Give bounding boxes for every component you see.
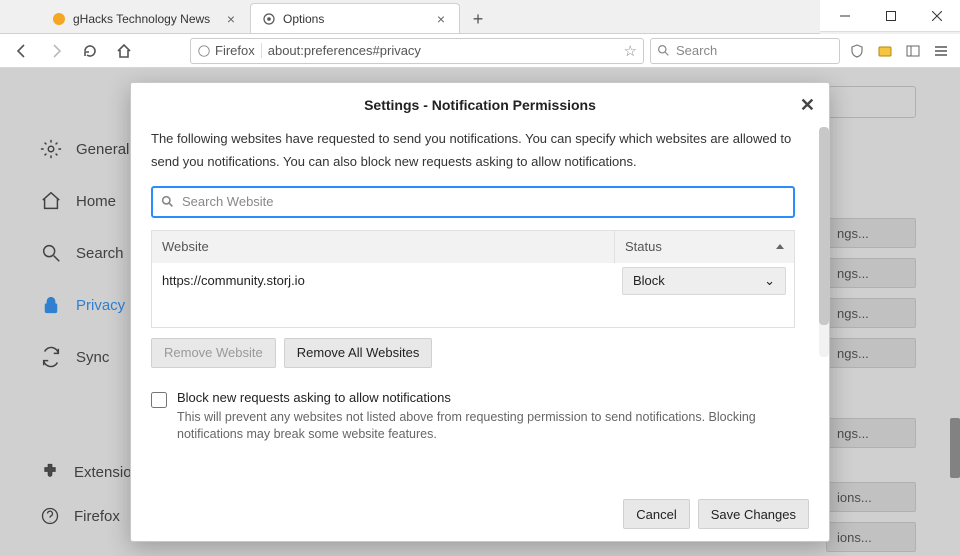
url-text: about:preferences#privacy	[268, 43, 618, 58]
sidebar-icon[interactable]	[902, 40, 924, 62]
shield-icon[interactable]	[846, 40, 868, 62]
dialog-description: The following websites have requested to…	[151, 127, 809, 174]
notification-permissions-dialog: Settings - Notification Permissions ✕ Th…	[130, 82, 830, 542]
save-changes-button[interactable]: Save Changes	[698, 499, 809, 529]
column-header-website[interactable]: Website	[152, 239, 614, 254]
checkbox-label: Block new requests asking to allow notif…	[177, 390, 797, 405]
tab-options[interactable]: Options ×	[250, 3, 460, 33]
tab-label: Options	[283, 12, 324, 26]
tab-ghacks[interactable]: gHacks Technology News ×	[40, 3, 250, 33]
back-button[interactable]	[8, 37, 36, 65]
status-select[interactable]: Block ⌄	[622, 267, 786, 295]
maximize-button[interactable]	[868, 0, 914, 32]
permissions-table: Website Status https://community.storj.i…	[151, 230, 795, 328]
remove-all-websites-button[interactable]: Remove All Websites	[284, 338, 433, 368]
identity-label: Firefox	[215, 43, 255, 58]
search-website-input[interactable]: Search Website	[151, 186, 795, 218]
checkbox-description: This will prevent any websites not liste…	[177, 409, 797, 444]
cell-website: https://community.storj.io	[152, 273, 614, 288]
home-button[interactable]	[110, 37, 138, 65]
favicon-ghacks	[51, 11, 67, 27]
nav-toolbar: Firefox about:preferences#privacy ☆ Sear…	[0, 34, 960, 68]
table-row[interactable]: https://community.storj.io Block ⌄	[152, 263, 794, 299]
close-icon[interactable]: ×	[223, 11, 239, 27]
close-button[interactable]	[914, 0, 960, 32]
block-new-requests-checkbox[interactable]	[151, 392, 167, 408]
tab-label: gHacks Technology News	[73, 12, 210, 26]
sort-ascending-icon	[776, 244, 784, 249]
table-header: Website Status	[152, 231, 794, 263]
close-icon[interactable]: ×	[433, 11, 449, 27]
remove-website-button[interactable]: Remove Website	[151, 338, 276, 368]
gear-icon	[261, 11, 277, 27]
chevron-down-icon: ⌄	[764, 273, 775, 289]
new-tab-button[interactable]: +	[464, 5, 492, 33]
dialog-close-button[interactable]: ✕	[800, 95, 815, 116]
cancel-button[interactable]: Cancel	[623, 499, 689, 529]
menu-icon[interactable]	[930, 40, 952, 62]
search-placeholder: Search	[676, 43, 717, 58]
search-icon	[657, 44, 670, 57]
block-new-requests-row: Block new requests asking to allow notif…	[151, 390, 809, 444]
search-placeholder: Search Website	[182, 194, 274, 209]
identity-box[interactable]: Firefox	[197, 43, 262, 58]
search-icon	[161, 195, 174, 208]
tabstrip: gHacks Technology News × Options × +	[0, 0, 820, 34]
dialog-scrollbar[interactable]	[819, 127, 829, 357]
bookmark-star-icon[interactable]: ☆	[624, 42, 637, 60]
forward-button[interactable]	[42, 37, 70, 65]
reload-button[interactable]	[76, 37, 104, 65]
minimize-button[interactable]	[822, 0, 868, 32]
dialog-title: Settings - Notification Permissions ✕	[131, 83, 829, 127]
status-value: Block	[633, 273, 665, 288]
column-header-status[interactable]: Status	[614, 231, 794, 263]
url-bar[interactable]: Firefox about:preferences#privacy ☆	[190, 38, 644, 64]
search-bar[interactable]: Search	[650, 38, 840, 64]
screenshot-icon[interactable]	[874, 40, 896, 62]
